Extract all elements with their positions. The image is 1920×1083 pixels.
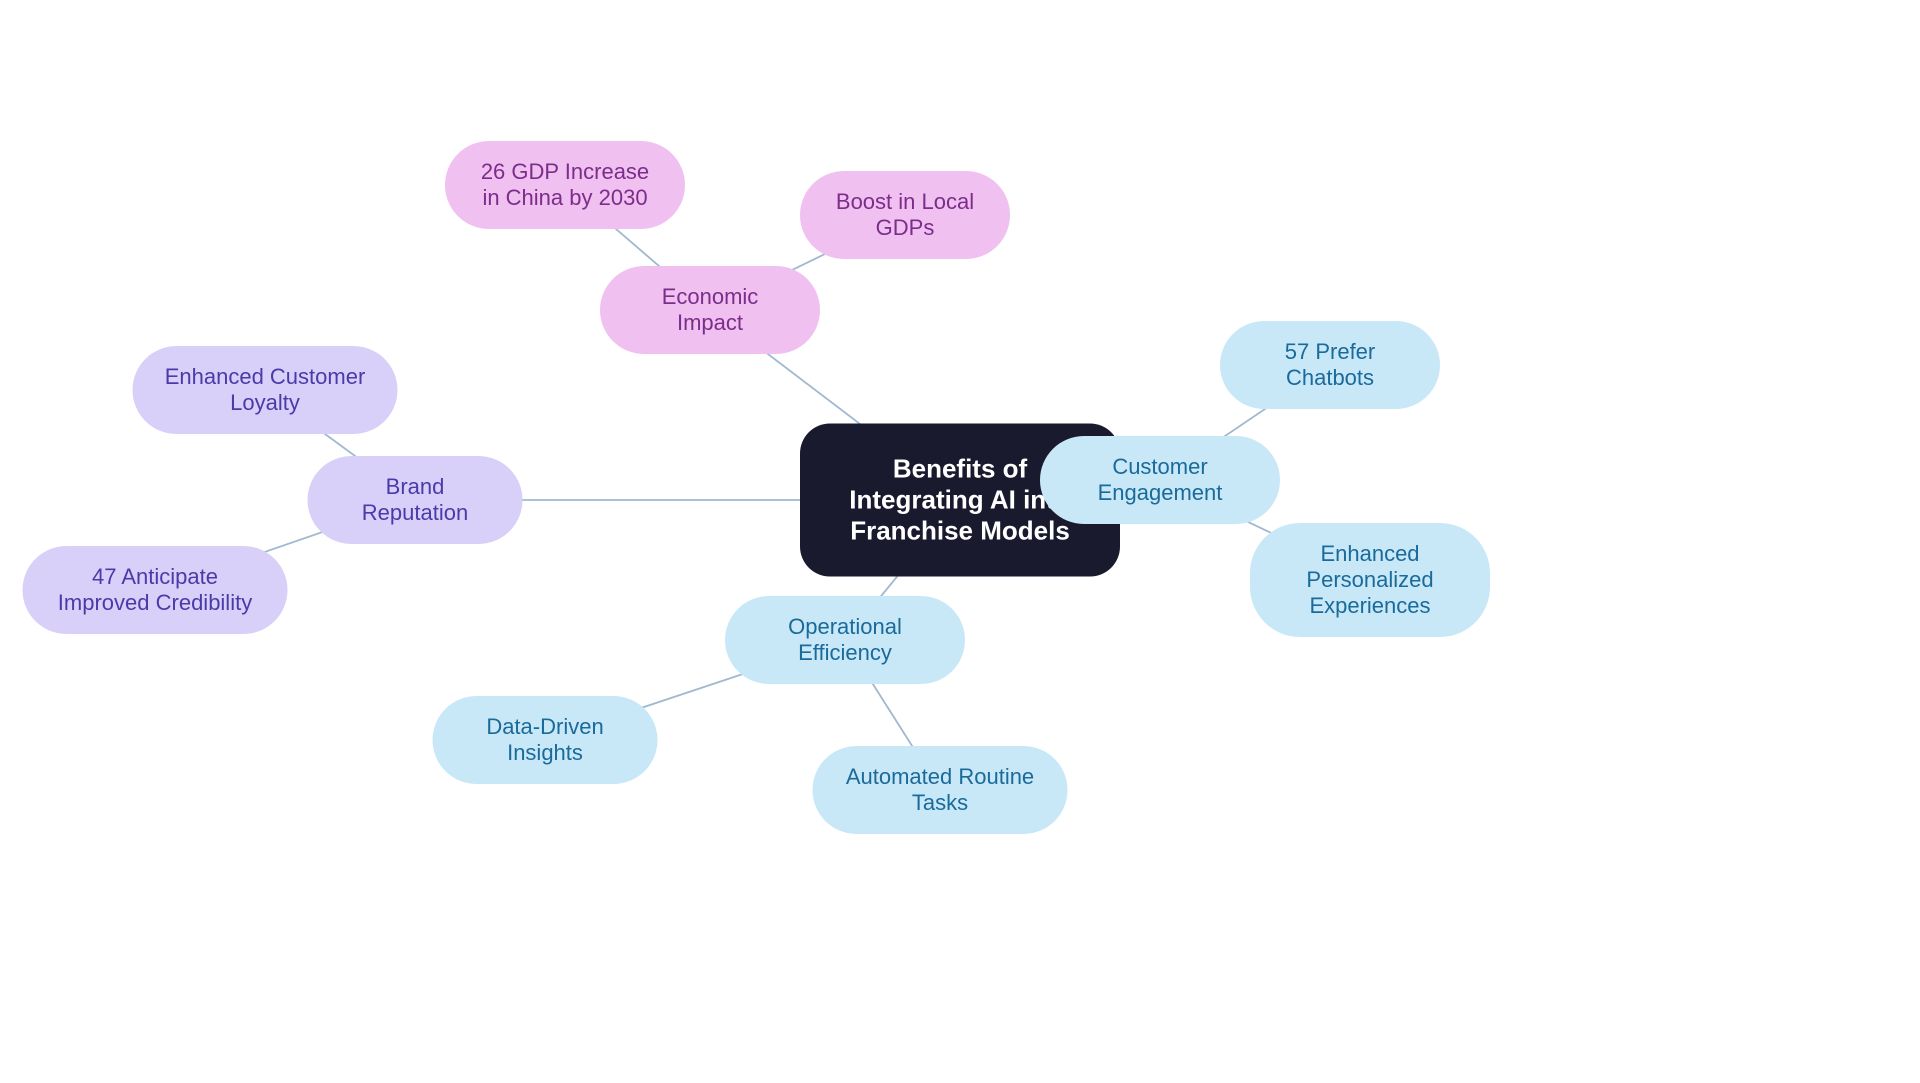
node-customer_loyalty: Enhanced Customer Loyalty [133, 346, 398, 434]
node-economic_impact: Economic Impact [600, 266, 820, 354]
node-operational_efficiency: Operational Efficiency [725, 596, 965, 684]
mindmap-container: Benefits of Integrating AI into Franchis… [0, 0, 1920, 1083]
node-automated_tasks: Automated Routine Tasks [813, 746, 1068, 834]
node-gdp_china: 26 GDP Increase in China by 2030 [445, 141, 685, 229]
node-data_driven: Data-Driven Insights [433, 696, 658, 784]
node-prefer_chatbots: 57 Prefer Chatbots [1220, 321, 1440, 409]
node-customer_engagement: Customer Engagement [1040, 436, 1280, 524]
node-brand_reputation: Brand Reputation [308, 456, 523, 544]
node-personalized_exp: Enhanced Personalized Experiences [1250, 523, 1490, 637]
node-improved_credibility: 47 Anticipate Improved Credibility [23, 546, 288, 634]
node-boost_local: Boost in Local GDPs [800, 171, 1010, 259]
